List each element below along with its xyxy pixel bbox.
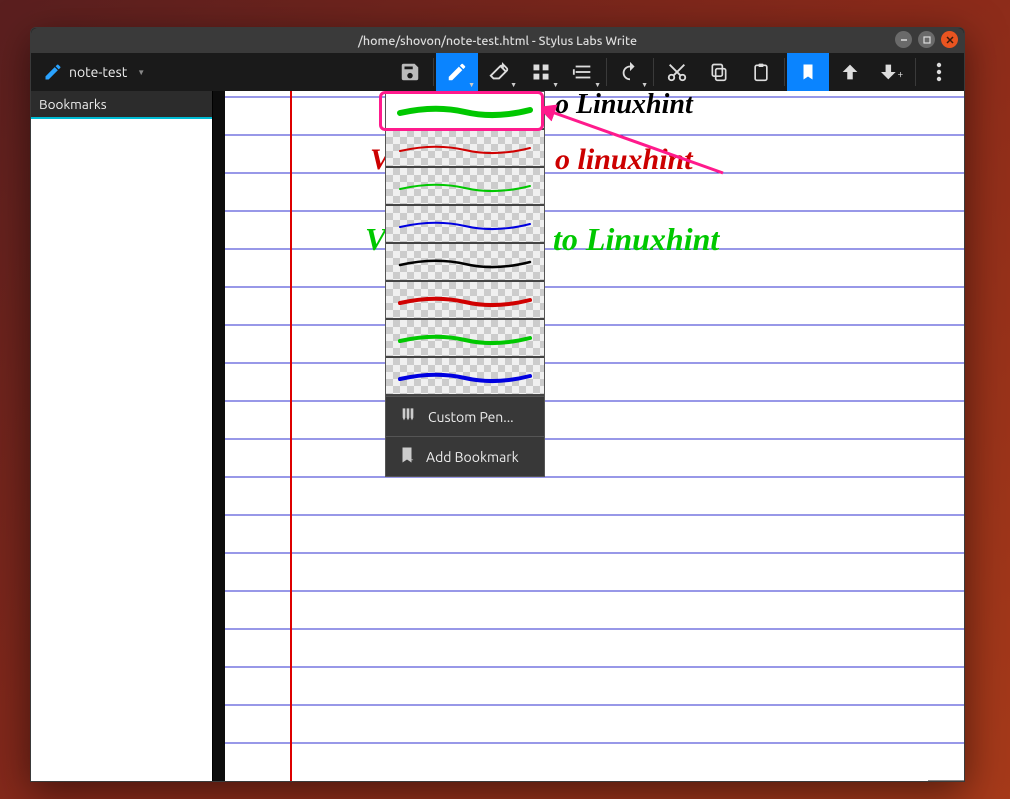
- copy-button[interactable]: [698, 53, 740, 91]
- paste-button[interactable]: [740, 53, 782, 91]
- app-window: /home/shovon/note-test.html - Stylus Lab…: [30, 27, 965, 782]
- paste-icon: [751, 62, 771, 82]
- chevron-down-icon: ▼: [510, 81, 517, 89]
- chevron-down-icon: ▼: [137, 68, 145, 77]
- eraser-icon: [488, 61, 510, 83]
- sidebar-header: Bookmarks: [31, 91, 212, 119]
- select-tool-button[interactable]: ▼: [520, 53, 562, 91]
- page-status: 1 / 1: [928, 780, 964, 781]
- window-controls: [895, 31, 958, 48]
- undo-icon: [619, 61, 641, 83]
- bookmark-icon: [799, 61, 817, 83]
- handwriting-line-2: o linuxhint: [555, 143, 693, 177]
- pen-swatch-4[interactable]: [386, 244, 544, 282]
- maximize-button[interactable]: [918, 31, 935, 48]
- close-button[interactable]: [941, 31, 958, 48]
- chevron-down-icon: ▼: [468, 81, 475, 89]
- toolbar: note-test ▼ ▼ ▼ ▼ ▼ ▼: [31, 53, 964, 91]
- content-area: Bookmarks: [31, 91, 964, 781]
- next-page-button[interactable]: +: [871, 53, 913, 91]
- bookmarks-list[interactable]: [31, 119, 212, 781]
- minimize-button[interactable]: [895, 31, 912, 48]
- pen-swatch-6[interactable]: [386, 320, 544, 358]
- custom-pen-label: Custom Pen...: [428, 409, 514, 425]
- document-icon: [43, 62, 63, 82]
- titlebar: /home/shovon/note-test.html - Stylus Lab…: [31, 28, 964, 53]
- prev-page-button[interactable]: [829, 53, 871, 91]
- bookmark-plus-icon: +: [398, 444, 416, 469]
- ruled-lines: [225, 91, 964, 781]
- eraser-tool-button[interactable]: ▼: [478, 53, 520, 91]
- svg-text:+: +: [409, 455, 414, 465]
- chevron-down-icon: ▼: [594, 81, 601, 89]
- save-icon: [399, 61, 421, 83]
- undo-button[interactable]: ▼: [609, 53, 651, 91]
- window-title: /home/shovon/note-test.html - Stylus Lab…: [358, 34, 637, 48]
- pen-swatch-7[interactable]: [386, 358, 544, 396]
- pen-swatch-1[interactable]: [386, 130, 544, 168]
- add-bookmark-label: Add Bookmark: [426, 449, 519, 465]
- paper[interactable]: o Linuxhint V o linuxhint V to Linuxhint: [225, 91, 964, 781]
- overflow-icon: [936, 62, 942, 82]
- pen-swatch-3[interactable]: [386, 206, 544, 244]
- bookmarks-sidebar: Bookmarks: [31, 91, 213, 781]
- insert-space-button[interactable]: ▼: [562, 53, 604, 91]
- down-arrow-plus-icon: +: [879, 61, 905, 83]
- pen-icon: [446, 61, 468, 83]
- custom-pen-item[interactable]: Custom Pen...: [386, 396, 544, 436]
- bookmark-button[interactable]: [787, 53, 829, 91]
- insert-space-icon: [572, 61, 594, 83]
- pens-icon: [398, 404, 418, 429]
- pen-tool-button[interactable]: ▼: [436, 53, 478, 91]
- document-tab[interactable]: note-test ▼: [35, 58, 153, 86]
- pen-swatch-5[interactable]: [386, 282, 544, 320]
- chevron-down-icon: ▼: [641, 81, 648, 89]
- handwriting-line-3: to Linuxhint: [553, 221, 719, 258]
- pen-swatch-0[interactable]: [386, 92, 544, 130]
- handwriting-line-3-left: V: [365, 221, 386, 258]
- pen-swatch-2[interactable]: [386, 168, 544, 206]
- handwriting-line-1: o Linuxhint: [555, 91, 693, 121]
- cut-button[interactable]: [656, 53, 698, 91]
- margin-line: [290, 91, 292, 781]
- chevron-down-icon: ▼: [552, 81, 559, 89]
- select-icon: [531, 62, 551, 82]
- document-tab-label: note-test: [69, 64, 127, 80]
- save-button[interactable]: [389, 53, 431, 91]
- pen-dropdown: Custom Pen... + Add Bookmark: [385, 91, 545, 477]
- overflow-menu-button[interactable]: [918, 53, 960, 91]
- up-arrow-icon: [839, 61, 861, 83]
- copy-icon: [709, 62, 729, 82]
- canvas-area: o Linuxhint V o linuxhint V to Linuxhint: [213, 91, 964, 781]
- svg-text:+: +: [898, 69, 904, 80]
- add-bookmark-item[interactable]: + Add Bookmark: [386, 436, 544, 476]
- cut-icon: [666, 61, 688, 83]
